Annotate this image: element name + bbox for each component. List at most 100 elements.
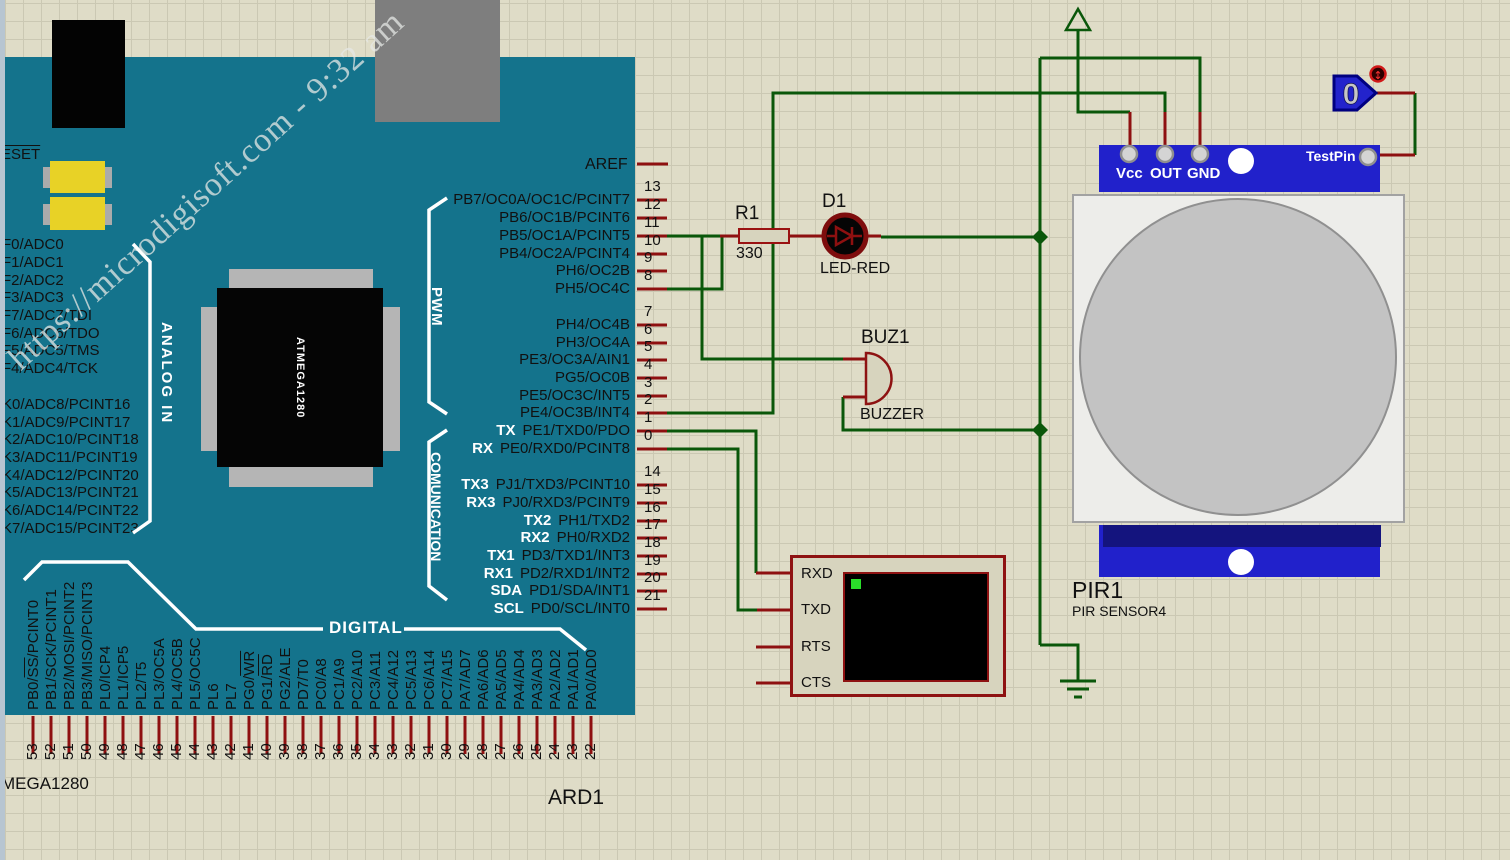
wire-gnd-to-pir[interactable]: [1040, 56, 1202, 113]
pin-number: 5: [644, 338, 653, 355]
board-part-number: MEGA1280: [1, 774, 89, 793]
pin-number: 17: [644, 516, 661, 533]
bottom-pin-label: PC4/A12: [385, 649, 402, 710]
pin-label: PB7/OC0A/OC1C/PCINT7: [453, 191, 630, 208]
resistor-value: 330: [736, 245, 763, 262]
resistor-body[interactable]: [738, 228, 790, 244]
bottom-pin-number: 45: [168, 743, 185, 760]
wire-rx-to-txd[interactable]: [667, 447, 757, 612]
terminal-pin-rts: RTS: [801, 638, 831, 655]
analog-in-label: ANALOG IN: [158, 322, 175, 425]
left-pin-label: K4/ADC12/PCINT20: [2, 467, 139, 484]
schematic-canvas[interactable]: ATMEGA1280 ESET ANALOG IN PWM COMUNICATI…: [0, 0, 1510, 860]
pin-label: PE1/TXD0/PDO: [522, 422, 630, 439]
pin-label: PE0/RXD0/PCINT8: [499, 440, 630, 457]
pin-number: 13: [644, 178, 661, 195]
pin-number: 1: [644, 409, 653, 426]
pin-label: PH6/OC2B: [555, 262, 630, 279]
bottom-pin-label: PA5/AD5: [493, 649, 510, 710]
right-pin-row: PB5/OC1A/PCINT5: [180, 227, 630, 245]
bottom-pin-number: 49: [96, 743, 113, 760]
left-pin-label: F2/ADC2: [2, 272, 64, 289]
pin-number: 18: [644, 534, 661, 551]
bottom-pin-number: 32: [402, 743, 419, 760]
logic-state[interactable]: 0 ↕: [1332, 65, 1387, 112]
bottom-pin-number: 36: [330, 743, 347, 760]
bottom-pin-label: PL5/OC5C: [187, 637, 204, 710]
bottom-pin-number: 33: [384, 743, 401, 760]
bottom-pin-number: 44: [186, 743, 203, 760]
buzzer-body[interactable]: [864, 351, 893, 406]
pin-number: 12: [644, 196, 661, 213]
right-pin-row: PH6/OC2B: [180, 262, 630, 280]
right-pin-row: PE3/OC3A/AIN1: [180, 351, 630, 369]
bottom-pin-number: 25: [528, 743, 545, 760]
pin-number: 8: [644, 267, 653, 284]
pir-bottom-board-shadow: [1103, 525, 1381, 547]
pir-out-label: OUT: [1150, 165, 1182, 182]
bottom-pin-number: 38: [294, 743, 311, 760]
bottom-pin-label: PA0/AD0: [583, 649, 600, 710]
wire-to-ground-symbol[interactable]: [1040, 643, 1080, 681]
led-symbol[interactable]: [821, 212, 869, 260]
pin-label: PH4/OC4B: [555, 316, 630, 333]
bottom-pin-number: 22: [582, 743, 599, 760]
bottom-pin-label: PG1/RD: [259, 654, 276, 710]
led-value: LED-RED: [820, 260, 891, 277]
logic-toggle-icon[interactable]: [1369, 65, 1387, 83]
pin-label: PG5/OC0B: [554, 369, 630, 386]
bottom-pin-label: PA2/AD2: [547, 649, 564, 710]
bottom-pin-label: PC6/A14: [421, 649, 438, 710]
capacitor1: [50, 161, 105, 193]
junction-dot-led: [1032, 229, 1048, 245]
pin-label: PJ1/TXD3/PCINT10: [495, 476, 630, 493]
bottom-pin-number: 50: [78, 743, 95, 760]
ground-symbol[interactable]: [1060, 679, 1096, 699]
pir-value: PIR SENSOR4: [1072, 603, 1167, 619]
right-pin-row: PB7/OC0A/OC1C/PCINT7: [180, 191, 630, 209]
pir-lens: [1079, 198, 1397, 516]
bottom-pin-number: 41: [240, 743, 257, 760]
reset-label: ESET: [1, 146, 41, 163]
bottom-pin-label: PB3/MISO/PCINT3: [79, 581, 96, 710]
wire-tx-to-rxd[interactable]: [667, 429, 758, 573]
pin-label: PH5/OC4C: [554, 280, 630, 297]
aref-label: AREF: [585, 156, 628, 173]
logic-state-body[interactable]: [1332, 74, 1379, 112]
led-ref: D1: [822, 191, 847, 212]
wire-pin11-to-buzzer[interactable]: [700, 236, 843, 361]
right-pin-row: TX3 PJ1/TXD3/PCINT10: [180, 476, 630, 494]
pin-label: PB6/OC1B/PCINT6: [499, 209, 630, 226]
bottom-pin-number: 43: [204, 743, 221, 760]
pin-label: PB4/OC2A/PCINT4: [499, 245, 630, 262]
bottom-pin-label: PL0/ICP4: [97, 645, 114, 710]
bottom-pin-number: 31: [420, 743, 437, 760]
pin-prefix: RX: [472, 440, 493, 457]
bottom-pin-number: 28: [474, 743, 491, 760]
bottom-pin-number: 47: [132, 743, 149, 760]
bottom-pin-label: PL7: [223, 683, 240, 710]
bottom-pin-label: PG2/ALE: [277, 647, 294, 710]
pir-testpin-label: TestPin: [1306, 148, 1356, 164]
bottom-pin-label: PG0/WR: [241, 650, 258, 710]
bottom-pin-label: PA7/AD7: [457, 649, 474, 710]
bottom-pin-number: 23: [564, 743, 581, 760]
bottom-pin-number: 52: [42, 743, 59, 760]
terminal-cursor: [851, 579, 861, 589]
right-pin-row: PH4/OC4B: [180, 316, 630, 334]
power-symbol[interactable]: [1063, 6, 1093, 32]
bottom-pin-number: 42: [222, 743, 239, 760]
resistor-ref: R1: [735, 203, 760, 224]
bottom-pin-number: 30: [438, 743, 455, 760]
led-body[interactable]: [821, 212, 869, 260]
right-pin-row: PE5/OC3C/INT5: [180, 387, 630, 405]
pir-vcc-label: Vcc: [1116, 165, 1143, 182]
pir-gnd-label: GND: [1187, 165, 1221, 182]
bottom-pin-label: PB2/MOSI/PCINT2: [61, 581, 78, 710]
wire-power-to-vcc[interactable]: [1076, 30, 1130, 114]
left-pin-label: K0/ADC8/PCINT16: [2, 396, 131, 413]
bottom-pin-label: PA6/AD6: [475, 649, 492, 710]
terminal-screen: [843, 572, 989, 682]
terminal-pin-txd: TXD: [801, 601, 831, 618]
right-pin-row: RX PE0/RXD0/PCINT8: [180, 440, 630, 458]
